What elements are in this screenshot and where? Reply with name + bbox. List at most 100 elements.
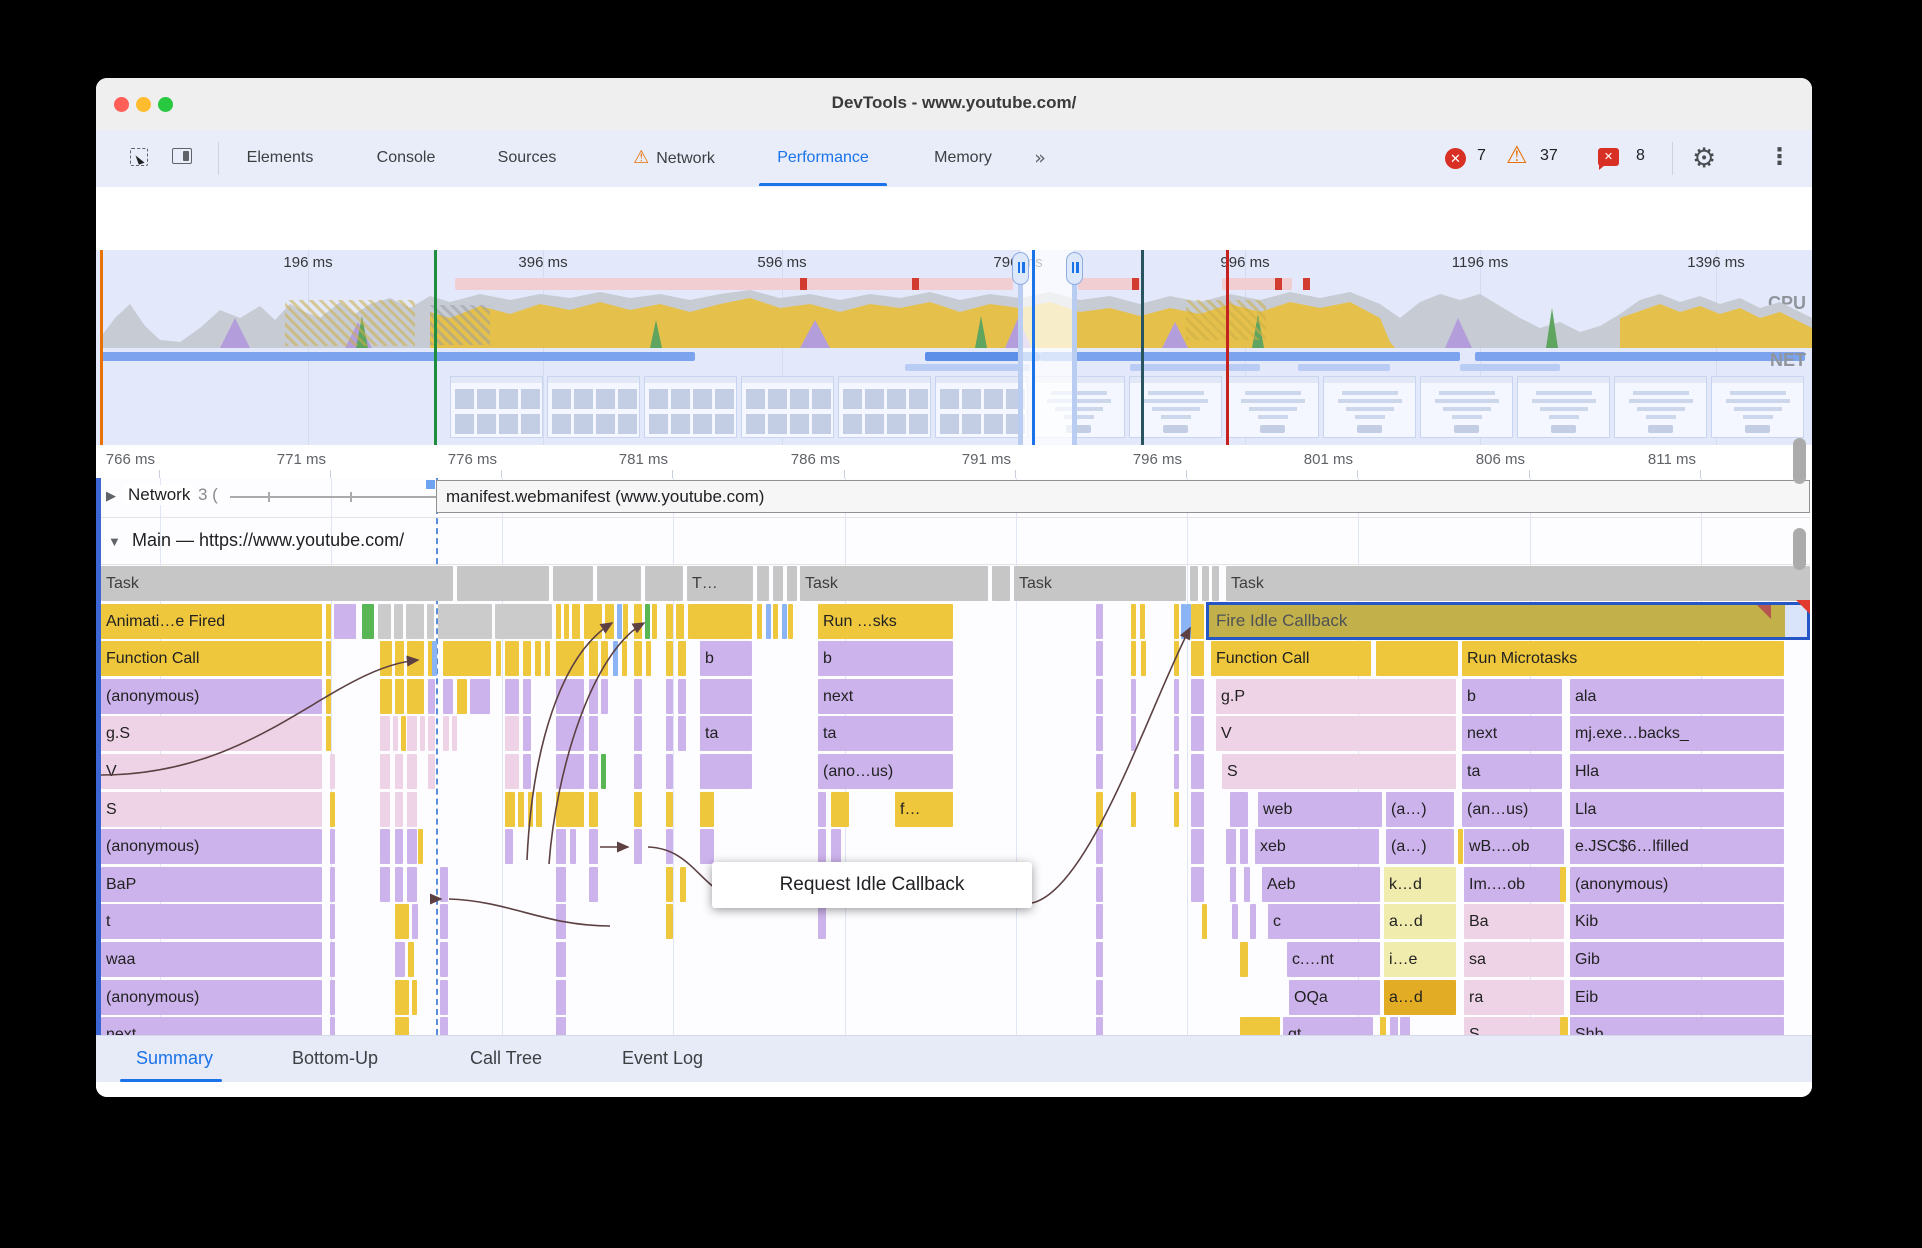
details-tab-event-log[interactable]: Event Log [622, 1048, 703, 1069]
flame-segment[interactable] [330, 754, 335, 789]
flame-segment[interactable] [666, 641, 673, 677]
flame-segment[interactable] [457, 566, 549, 601]
flame-segment[interactable] [1096, 641, 1103, 677]
flame-segment[interactable] [380, 791, 390, 827]
tab-network[interactable]: ⚠ Network [633, 130, 715, 186]
flame-segment[interactable] [1230, 791, 1248, 827]
flame-segment[interactable] [380, 716, 390, 752]
flame-segment[interactable] [505, 678, 519, 714]
flame-segment[interactable] [634, 829, 642, 865]
flame-segment[interactable] [1191, 678, 1204, 714]
flame-segment[interactable] [407, 791, 417, 827]
flame-segment[interactable] [992, 566, 1010, 601]
flame-segment[interactable] [1390, 1017, 1398, 1035]
flame-segment[interactable] [395, 791, 403, 827]
flame-segment[interactable] [678, 641, 686, 677]
flame-segment[interactable] [395, 678, 404, 714]
flame-segment[interactable] [380, 866, 390, 902]
flame-segment[interactable]: Eib [1570, 979, 1784, 1015]
flame-segment[interactable] [407, 641, 424, 677]
flame-segment[interactable]: ra [1464, 979, 1564, 1015]
flame-segment[interactable]: waa [101, 942, 322, 977]
flame-segment[interactable] [395, 641, 404, 677]
flame-segment[interactable] [1174, 641, 1179, 677]
flame-segment[interactable]: b [700, 641, 752, 677]
flame-segment[interactable]: i…e [1384, 942, 1456, 977]
flame-segment[interactable] [1560, 1017, 1568, 1035]
details-tab-summary[interactable]: Summary [136, 1048, 213, 1069]
flame-segment[interactable] [440, 979, 448, 1015]
flame-segment[interactable] [1212, 566, 1219, 601]
flame-segment[interactable] [326, 678, 331, 714]
flame-segment[interactable] [556, 904, 566, 940]
flame-segment[interactable] [407, 754, 417, 789]
flame-segment[interactable] [505, 716, 519, 752]
flame-segment[interactable]: c [1268, 904, 1380, 940]
flame-segment[interactable] [634, 754, 642, 789]
flame-segment[interactable] [556, 1017, 566, 1035]
network-request-bar[interactable]: manifest.webmanifest (www.youtube.com) [436, 480, 1810, 513]
flame-segment[interactable]: Function Call [1211, 641, 1371, 677]
flame-segment[interactable]: Animati…e Fired [101, 603, 322, 639]
flame-segment[interactable] [556, 754, 584, 789]
flame-segment[interactable] [1096, 716, 1103, 752]
flame-segment[interactable] [1240, 829, 1248, 865]
flame-segment[interactable] [634, 641, 642, 677]
main-track-disclosure-triangle[interactable]: ▼ [108, 534, 121, 549]
flame-segment[interactable] [773, 566, 783, 601]
flame-segment[interactable] [572, 603, 580, 639]
flame-segment[interactable] [601, 641, 608, 677]
flame-segment[interactable] [622, 641, 627, 677]
flame-segment[interactable] [589, 791, 598, 827]
flame-segment[interactable]: Shb [1570, 1017, 1784, 1035]
flame-segment[interactable] [700, 829, 714, 865]
flame-segment[interactable]: next [818, 678, 953, 714]
flame-segment[interactable]: (anonymous) [1570, 866, 1784, 902]
flame-segment[interactable] [505, 829, 513, 865]
flame-segment[interactable] [556, 716, 584, 752]
flame-segment[interactable] [605, 603, 614, 639]
console-errors-icon[interactable]: ✕ [1445, 148, 1466, 169]
flame-segment[interactable] [617, 603, 622, 639]
tab-console[interactable]: Console [377, 130, 436, 186]
flame-segment[interactable] [773, 603, 778, 639]
flame-segment[interactable] [831, 829, 841, 865]
flame-segment[interactable] [589, 678, 598, 714]
flame-segment[interactable] [1191, 866, 1204, 902]
flame-segment[interactable] [1191, 791, 1204, 827]
flame-segment[interactable] [634, 716, 642, 752]
flame-segment[interactable]: Hla [1570, 754, 1784, 789]
flame-segment[interactable] [589, 754, 598, 789]
flame-segment[interactable] [1226, 829, 1236, 865]
flame-segment[interactable] [395, 942, 405, 977]
flame-segment[interactable] [1131, 716, 1136, 752]
flame-segment[interactable]: OQa [1289, 979, 1380, 1015]
flame-segment[interactable] [1250, 904, 1256, 940]
flame-segment[interactable] [766, 603, 771, 639]
flame-segment[interactable] [395, 904, 409, 940]
flame-segment[interactable] [788, 603, 793, 639]
flame-segment[interactable]: a…d [1384, 979, 1456, 1015]
flame-segment[interactable] [556, 866, 566, 902]
flame-segment[interactable] [589, 641, 598, 677]
flame-segment[interactable] [1191, 754, 1204, 789]
flame-segment[interactable]: Task [1226, 566, 1810, 601]
flame-segment[interactable] [601, 678, 608, 714]
error-count[interactable]: 7 [1477, 147, 1486, 165]
flame-segment[interactable] [523, 716, 531, 752]
flame-segment[interactable]: Run Microtasks [1462, 641, 1784, 677]
flame-segment[interactable] [427, 603, 434, 639]
flame-segment[interactable] [666, 716, 673, 752]
flame-segment[interactable] [700, 754, 752, 789]
flame-segment[interactable]: (anonymous) [101, 829, 322, 865]
flame-segment[interactable] [394, 603, 403, 639]
flame-segment[interactable]: Aeb [1262, 866, 1380, 902]
flame-segment[interactable] [1096, 791, 1103, 827]
flame-segment[interactable]: Ba [1464, 904, 1564, 940]
flame-segment[interactable] [1202, 904, 1207, 940]
flame-segment[interactable] [505, 641, 519, 677]
flame-segment[interactable]: (anonymous) [101, 979, 322, 1015]
flame-segment[interactable] [330, 904, 335, 940]
flame-segment[interactable] [457, 678, 467, 714]
flame-segment[interactable] [330, 979, 335, 1015]
